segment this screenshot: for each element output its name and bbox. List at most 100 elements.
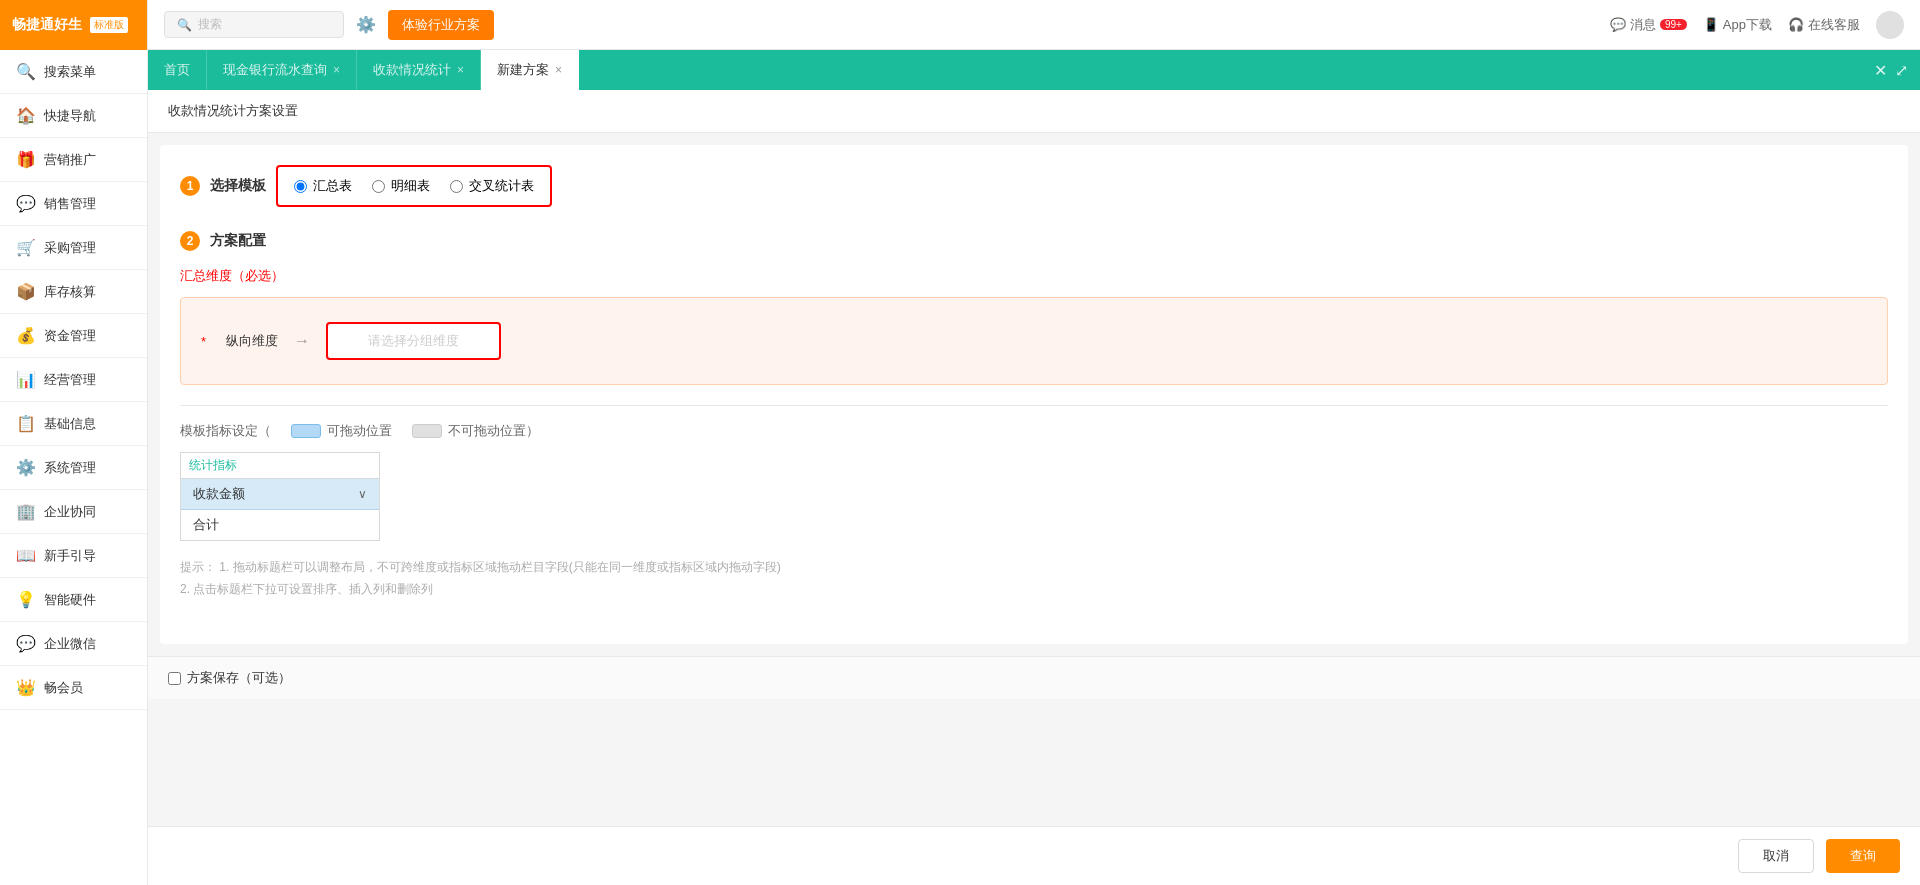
sidebar-label-sales: 销售管理 bbox=[44, 195, 96, 213]
service-label: 在线客服 bbox=[1808, 16, 1860, 34]
search-placeholder: 搜索 bbox=[198, 16, 222, 33]
message-label: 消息 bbox=[1630, 16, 1656, 34]
download-label: App下载 bbox=[1723, 16, 1772, 34]
tab-receipt-stats[interactable]: 收款情况统计× bbox=[357, 50, 481, 90]
tab-close-new-plan[interactable]: × bbox=[555, 63, 562, 77]
sidebar-item-system[interactable]: ⚙️ 系统管理 bbox=[0, 446, 147, 490]
sidebar-item-search-menu[interactable]: 🔍 搜索菜单 bbox=[0, 50, 147, 94]
draggable-box bbox=[291, 424, 321, 438]
sidebar-item-smart-hw[interactable]: 💡 智能硬件 bbox=[0, 578, 147, 622]
sidebar-label-wechat: 企业微信 bbox=[44, 635, 96, 653]
sidebar-item-basic-info[interactable]: 📋 基础信息 bbox=[0, 402, 147, 446]
query-button[interactable]: 查询 bbox=[1826, 839, 1900, 873]
close-tab-icon[interactable]: ✕ bbox=[1874, 61, 1887, 80]
message-button[interactable]: 💬 消息 99+ bbox=[1610, 16, 1687, 34]
save-checkbox[interactable] bbox=[168, 672, 181, 685]
section1-header: 1 选择模板 汇总表 明细表 交叉统计表 bbox=[180, 165, 1888, 207]
save-option-label[interactable]: 方案保存（可选） bbox=[168, 669, 291, 687]
sidebar-label-quick-nav: 快捷导航 bbox=[44, 107, 96, 125]
sidebar-icon-wechat: 💬 bbox=[16, 634, 36, 653]
sidebar-icon-member: 👑 bbox=[16, 678, 36, 697]
online-service-button[interactable]: 🎧 在线客服 bbox=[1788, 16, 1860, 34]
cancel-button[interactable]: 取消 bbox=[1738, 839, 1814, 873]
option-detail[interactable]: 明细表 bbox=[372, 177, 430, 195]
metrics-header: 模板指标设定（ 可拖动位置 不可拖动位置） bbox=[180, 422, 1888, 440]
sidebar-item-finance[interactable]: 💰 资金管理 bbox=[0, 314, 147, 358]
vertical-label: 纵向维度 bbox=[226, 332, 278, 350]
message-badge: 99+ bbox=[1660, 19, 1687, 30]
logo-text: 畅捷通好生 bbox=[12, 16, 82, 34]
radio-detail[interactable] bbox=[372, 180, 385, 193]
section1-title: 选择模板 bbox=[210, 177, 266, 195]
app-download-button[interactable]: 📱 App下载 bbox=[1703, 16, 1772, 34]
sidebar-item-wechat[interactable]: 💬 企业微信 bbox=[0, 622, 147, 666]
message-icon: 💬 bbox=[1610, 17, 1626, 32]
sidebar-item-member[interactable]: 👑 畅会员 bbox=[0, 666, 147, 710]
option-cross[interactable]: 交叉统计表 bbox=[450, 177, 534, 195]
sidebar-icon-quick-nav: 🏠 bbox=[16, 106, 36, 125]
sidebar-item-sales[interactable]: 💬 销售管理 bbox=[0, 182, 147, 226]
user-avatar[interactable] bbox=[1876, 11, 1904, 39]
section2-title: 方案配置 bbox=[210, 232, 266, 250]
tab-close-receipt-stats[interactable]: × bbox=[457, 63, 464, 77]
expand-tab-icon[interactable]: ⤢ bbox=[1895, 61, 1908, 80]
sidebar-item-quick-nav[interactable]: 🏠 快捷导航 bbox=[0, 94, 147, 138]
sidebar-item-enterprise[interactable]: 🏢 企业协同 bbox=[0, 490, 147, 534]
radio-cross[interactable] bbox=[450, 180, 463, 193]
search-bar[interactable]: 🔍 搜索 bbox=[164, 11, 344, 38]
download-icon: 📱 bbox=[1703, 17, 1719, 32]
metrics-config-label: 模板指标设定（ bbox=[180, 422, 271, 440]
header: 🔍 搜索 ⚙️ 体验行业方案 💬 消息 99+ 📱 App下载 🎧 在线客服 bbox=[148, 0, 1920, 50]
sidebar-label-purchase: 采购管理 bbox=[44, 239, 96, 257]
sidebar-icon-finance: 💰 bbox=[16, 326, 36, 345]
sidebar-item-inventory[interactable]: 📦 库存核算 bbox=[0, 270, 147, 314]
sidebar-item-marketing[interactable]: 🎁 营销推广 bbox=[0, 138, 147, 182]
template-options: 汇总表 明细表 交叉统计表 bbox=[276, 165, 552, 207]
metrics-dropdown-icon[interactable]: ∨ bbox=[358, 487, 367, 501]
sidebar-item-guide[interactable]: 📖 新手引导 bbox=[0, 534, 147, 578]
main-area: 🔍 搜索 ⚙️ 体验行业方案 💬 消息 99+ 📱 App下载 🎧 在线客服 bbox=[148, 0, 1920, 885]
section2-header: 2 方案配置 bbox=[180, 231, 1888, 251]
section-template: 1 选择模板 汇总表 明细表 交叉统计表 bbox=[180, 165, 1888, 207]
option-summary[interactable]: 汇总表 bbox=[294, 177, 352, 195]
option-summary-label: 汇总表 bbox=[313, 177, 352, 195]
sidebar-label-guide: 新手引导 bbox=[44, 547, 96, 565]
summary-dimension-config: 汇总维度（必选） * 纵向维度 → 请选择分组维度 bbox=[180, 267, 1888, 600]
vertical-dimension-row: * 纵向维度 → 请选择分组维度 bbox=[201, 322, 1867, 360]
tab-bank-flow[interactable]: 现金银行流水查询× bbox=[207, 50, 357, 90]
sidebar-label-operations: 经营管理 bbox=[44, 371, 96, 389]
tip-text-1: 提示： 1. 拖动标题栏可以调整布局，不可跨维度或指标区域拖动栏目字段(只能在同… bbox=[180, 557, 781, 579]
sidebar-label-system: 系统管理 bbox=[44, 459, 96, 477]
dimension-select[interactable]: 请选择分组维度 bbox=[326, 322, 501, 360]
settings-icon[interactable]: ⚙️ bbox=[356, 15, 376, 34]
sidebar-icon-search-menu: 🔍 bbox=[16, 62, 36, 81]
metrics-item-name: 收款金额 bbox=[193, 485, 245, 503]
sidebar-item-operations[interactable]: 📊 经营管理 bbox=[0, 358, 147, 402]
metrics-total: 合计 bbox=[181, 510, 379, 540]
bottom-bar: 方案保存（可选） bbox=[148, 656, 1920, 699]
form-area: 1 选择模板 汇总表 明细表 交叉统计表 bbox=[160, 145, 1908, 644]
dimension-placeholder: 请选择分组维度 bbox=[368, 333, 459, 348]
draggable-indicator: 可拖动位置 bbox=[291, 422, 392, 440]
dimension-label: 汇总维度（必选） bbox=[180, 267, 1888, 285]
divider bbox=[180, 405, 1888, 406]
sidebar-item-purchase[interactable]: 🛒 采购管理 bbox=[0, 226, 147, 270]
dimension-box: * 纵向维度 → 请选择分组维度 bbox=[180, 297, 1888, 385]
tab-close-bank-flow[interactable]: × bbox=[333, 63, 340, 77]
header-left: 🔍 搜索 ⚙️ 体验行业方案 bbox=[164, 10, 494, 40]
sidebar-icon-marketing: 🎁 bbox=[16, 150, 36, 169]
trial-button[interactable]: 体验行业方案 bbox=[388, 10, 494, 40]
tab-new-plan[interactable]: 新建方案× bbox=[481, 50, 579, 90]
radio-summary[interactable] bbox=[294, 180, 307, 193]
tab-label-home: 首页 bbox=[164, 61, 190, 79]
sidebar-label-member: 畅会员 bbox=[44, 679, 83, 697]
non-draggable-label: 不可拖动位置） bbox=[448, 422, 539, 440]
sidebar-icon-inventory: 📦 bbox=[16, 282, 36, 301]
section2-number: 2 bbox=[180, 231, 200, 251]
sidebar-icon-guide: 📖 bbox=[16, 546, 36, 565]
metrics-item-amount[interactable]: 收款金额 ∨ bbox=[181, 479, 379, 510]
tab-home[interactable]: 首页 bbox=[148, 50, 207, 90]
sidebar-label-finance: 资金管理 bbox=[44, 327, 96, 345]
sidebar-icon-operations: 📊 bbox=[16, 370, 36, 389]
sidebar-icon-system: ⚙️ bbox=[16, 458, 36, 477]
